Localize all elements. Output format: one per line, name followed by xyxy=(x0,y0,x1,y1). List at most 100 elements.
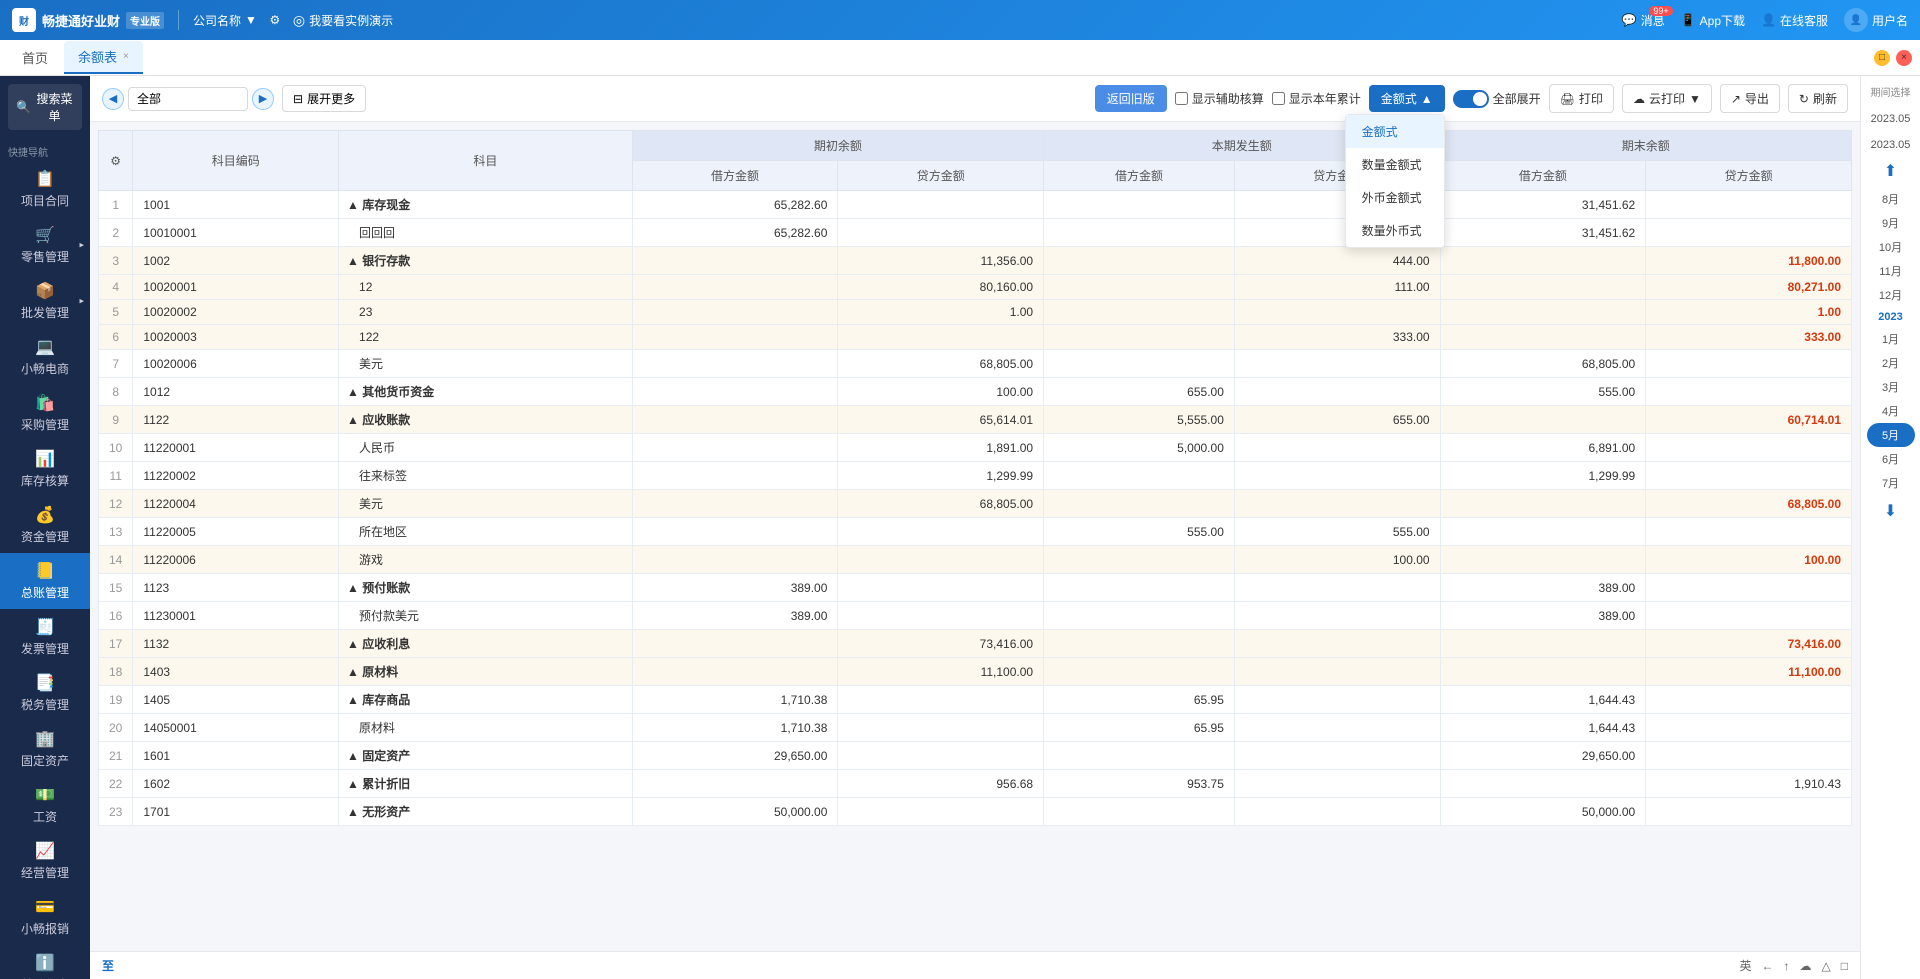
period-month-item[interactable]: 11月 xyxy=(1867,259,1915,283)
maximize-button[interactable]: □ xyxy=(1874,50,1890,66)
company-selector[interactable]: 公司名称 ▼ xyxy=(193,12,257,29)
refresh-button[interactable]: ↻ 刷新 xyxy=(1788,84,1848,113)
show-auxiliary-checkbox[interactable]: 显示辅助核算 xyxy=(1175,90,1264,107)
account-name[interactable]: ▲ 应收利息 xyxy=(339,630,633,658)
account-code[interactable]: 11220004 xyxy=(133,490,339,518)
account-code[interactable]: 11220006 xyxy=(133,546,339,574)
account-name[interactable]: ▲ 应收账款 xyxy=(339,406,633,434)
cloud-print-button[interactable]: ☁ 云打印 ▼ xyxy=(1622,84,1712,113)
search-menu-button[interactable]: 🔍 搜索菜单 xyxy=(8,84,82,130)
arrow-up-icon[interactable]: ↑ xyxy=(1784,959,1790,973)
expand-all-switch[interactable] xyxy=(1453,90,1489,108)
user-menu[interactable]: 👤 用户名 xyxy=(1844,8,1908,32)
sidebar-item-operations[interactable]: 📈 经营管理 xyxy=(0,833,90,889)
table-row[interactable]: 11 11220002 往来标签 1,299.99 1,299.99 xyxy=(99,462,1852,490)
period-month-item[interactable]: 7月 xyxy=(1867,471,1915,495)
table-row[interactable]: 15 1123 ▲ 预付账款 389.00 389.00 xyxy=(99,574,1852,602)
account-code[interactable]: 10020006 xyxy=(133,350,339,378)
table-row[interactable]: 20 14050001 原材料 1,710.38 65.95 1,644.43 xyxy=(99,714,1852,742)
search-prev-button[interactable]: ◀ xyxy=(102,88,124,110)
account-code[interactable]: 10020001 xyxy=(133,275,339,300)
sidebar-item-sales[interactable]: 💳 小畅报销 xyxy=(0,889,90,945)
account-code[interactable]: 14050001 xyxy=(133,714,339,742)
account-name[interactable]: 12 xyxy=(339,275,633,300)
cloud-icon[interactable]: ☁ xyxy=(1800,959,1812,973)
sidebar-item-ledger[interactable]: 📒 总账管理 xyxy=(0,553,90,609)
account-code[interactable]: 1122 xyxy=(133,406,339,434)
table-row[interactable]: 13 11220005 所在地区 555.00 555.00 xyxy=(99,518,1852,546)
account-code[interactable]: 10020002 xyxy=(133,300,339,325)
account-code[interactable]: 1403 xyxy=(133,658,339,686)
settings-column-header[interactable]: ⚙ xyxy=(99,131,133,191)
lang-switch[interactable]: 英 xyxy=(1740,957,1752,974)
period-month-item[interactable]: 6月 xyxy=(1867,447,1915,471)
sidebar-item-invoice[interactable]: 🧾 发票管理 xyxy=(0,609,90,665)
amount-type-button[interactable]: 金额式 ▲ xyxy=(1369,85,1445,112)
account-name[interactable]: 所在地区 xyxy=(339,518,633,546)
period-month-item[interactable]: 8月 xyxy=(1867,187,1915,211)
search-next-button[interactable]: ▶ xyxy=(252,88,274,110)
period-month-item[interactable]: 2月 xyxy=(1867,351,1915,375)
account-name[interactable]: 往来标签 xyxy=(339,462,633,490)
table-row[interactable]: 18 1403 ▲ 原材料 11,100.00 11,100.00 xyxy=(99,658,1852,686)
period-month-item[interactable]: 3月 xyxy=(1867,375,1915,399)
account-code[interactable]: 11220002 xyxy=(133,462,339,490)
account-name[interactable]: 23 xyxy=(339,300,633,325)
print-button[interactable]: 🖨 打印 xyxy=(1549,84,1614,113)
account-code[interactable]: 10020003 xyxy=(133,325,339,350)
show-ytd-checkbox[interactable]: 显示本年累计 xyxy=(1272,90,1361,107)
sidebar-item-ecommerce[interactable]: 💻 小畅电商 xyxy=(0,329,90,385)
table-row[interactable]: 6 10020003 122 333.00 333.00 xyxy=(99,325,1852,350)
account-code[interactable]: 1701 xyxy=(133,798,339,826)
account-name[interactable]: ▲ 其他货币资金 xyxy=(339,378,633,406)
table-row[interactable]: 23 1701 ▲ 无形资产 50,000.00 50,000.00 xyxy=(99,798,1852,826)
account-code[interactable]: 1123 xyxy=(133,574,339,602)
account-name[interactable]: ▲ 累计折旧 xyxy=(339,770,633,798)
tab-home[interactable]: 首页 xyxy=(8,42,62,73)
sidebar-item-wholesale[interactable]: 📦 批发管理 ▸ xyxy=(0,273,90,329)
return-old-version-button[interactable]: 返回旧版 xyxy=(1095,85,1167,112)
table-row[interactable]: 12 11220004 美元 68,805.00 68,805.00 xyxy=(99,490,1852,518)
table-row[interactable]: 22 1602 ▲ 累计折旧 956.68 953.75 1,910.43 xyxy=(99,770,1852,798)
table-row[interactable]: 8 1012 ▲ 其他货币资金 100.00 655.00 555.00 xyxy=(99,378,1852,406)
table-row[interactable]: 14 11220006 游戏 100.00 100.00 xyxy=(99,546,1852,574)
account-code[interactable]: 1012 xyxy=(133,378,339,406)
account-name[interactable]: 游戏 xyxy=(339,546,633,574)
sidebar-item-basic[interactable]: ℹ️ 基础信息 xyxy=(0,945,90,979)
square-icon[interactable]: □ xyxy=(1841,959,1848,973)
amount-type-item-0[interactable]: 金额式 xyxy=(1346,115,1444,148)
sidebar-item-project[interactable]: 📋 项目合同 xyxy=(0,161,90,217)
triangle-icon[interactable]: △ xyxy=(1822,959,1831,973)
period-month-item[interactable]: 12月 xyxy=(1867,283,1915,307)
period-down-arrow[interactable]: ⬇ xyxy=(1884,501,1897,521)
arrow-left-icon[interactable]: ← xyxy=(1762,959,1774,973)
table-row[interactable]: 21 1601 ▲ 固定资产 29,650.00 29,650.00 xyxy=(99,742,1852,770)
period-month-item[interactable]: 10月 xyxy=(1867,235,1915,259)
period-item-start[interactable]: 2023.05 xyxy=(1867,109,1915,129)
sidebar-item-capital[interactable]: 💰 资金管理 xyxy=(0,497,90,553)
table-row[interactable]: 7 10020006 美元 68,805.00 68,805.00 xyxy=(99,350,1852,378)
tab-close-balance[interactable]: × xyxy=(123,51,129,62)
account-name[interactable]: 回回回 xyxy=(339,219,633,247)
table-row[interactable]: 19 1405 ▲ 库存商品 1,710.38 65.95 1,644.43 xyxy=(99,686,1852,714)
online-service-button[interactable]: 👤 在线客服 xyxy=(1761,12,1828,29)
period-month-item[interactable]: 4月 xyxy=(1867,399,1915,423)
period-month-item[interactable]: 9月 xyxy=(1867,211,1915,235)
account-name[interactable]: 人民币 xyxy=(339,434,633,462)
table-row[interactable]: 4 10020001 12 80,160.00 111.00 80,271.00 xyxy=(99,275,1852,300)
period-month-item[interactable]: 5月 xyxy=(1867,423,1915,447)
demo-link[interactable]: ◎ 我要看实例演示 xyxy=(293,12,393,29)
account-name[interactable]: ▲ 库存现金 xyxy=(339,191,633,219)
account-name[interactable]: 预付款美元 xyxy=(339,602,633,630)
app-download-button[interactable]: 📱 App下载 xyxy=(1681,12,1745,29)
account-name[interactable]: ▲ 固定资产 xyxy=(339,742,633,770)
table-row[interactable]: 2 10010001 回回回 65,282.60 33,830.98 31,45… xyxy=(99,219,1852,247)
account-name[interactable]: 122 xyxy=(339,325,633,350)
settings-icon[interactable]: ⚙ xyxy=(267,12,283,28)
account-code[interactable]: 1405 xyxy=(133,686,339,714)
account-code[interactable]: 11220001 xyxy=(133,434,339,462)
expand-more-button[interactable]: ⊟ 展开更多 xyxy=(282,85,366,112)
account-name[interactable]: ▲ 库存商品 xyxy=(339,686,633,714)
account-name[interactable]: ▲ 银行存款 xyxy=(339,247,633,275)
sidebar-item-assets[interactable]: 🏢 固定资产 xyxy=(0,721,90,777)
